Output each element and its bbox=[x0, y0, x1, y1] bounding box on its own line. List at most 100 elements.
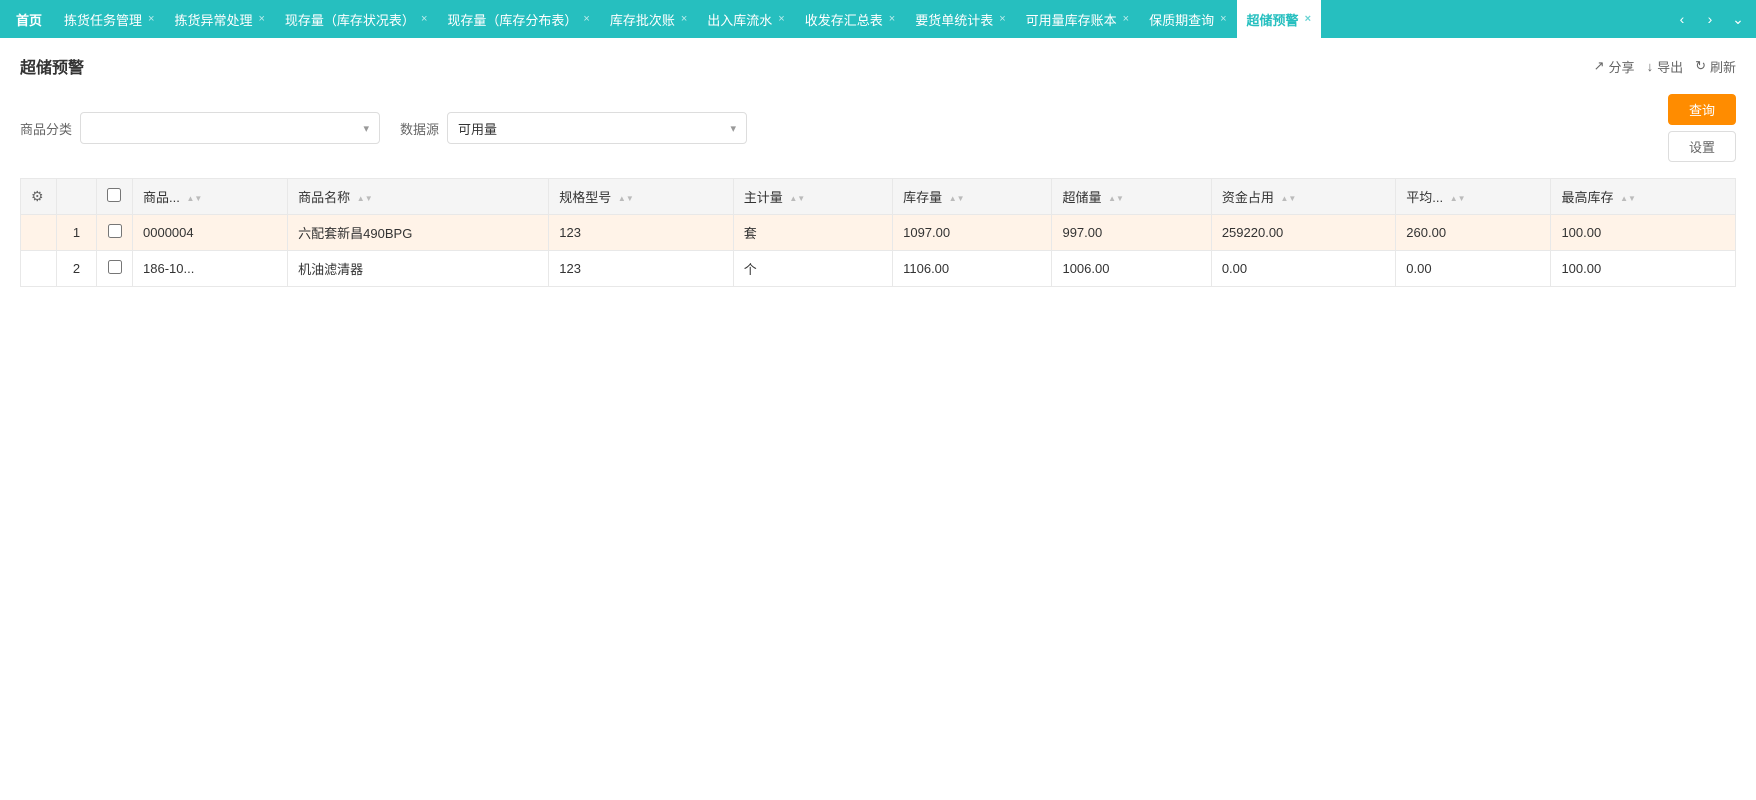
row-product-name: 六配套新昌490BPG bbox=[288, 215, 549, 251]
row-stock: 1106.00 bbox=[893, 251, 1052, 287]
row-checkbox[interactable] bbox=[108, 260, 122, 274]
share-icon: ↗ bbox=[1594, 58, 1605, 74]
th-settings[interactable]: ⚙ bbox=[21, 179, 57, 215]
refresh-button[interactable]: ↻ 刷新 bbox=[1695, 57, 1736, 76]
header-actions: ↗ 分享 ↓ 导出 ↻ 刷新 bbox=[1594, 57, 1736, 76]
nav-tab-3[interactable]: 现存量（库存分布表） × bbox=[437, 0, 599, 38]
nav-close-0[interactable]: × bbox=[148, 13, 154, 25]
chevron-down-icon: ▾ bbox=[363, 122, 369, 135]
sort-icon-capital: ▲▼ bbox=[1280, 195, 1296, 203]
th-unit[interactable]: 主计量 ▲▼ bbox=[733, 179, 892, 215]
page-header: 超储预警 ↗ 分享 ↓ 导出 ↻ 刷新 bbox=[20, 54, 1736, 78]
th-checkbox[interactable] bbox=[97, 179, 133, 215]
row-unit: 个 bbox=[733, 251, 892, 287]
settings-button[interactable]: 设置 bbox=[1668, 131, 1736, 162]
row-index: 2 bbox=[57, 251, 97, 287]
th-max-stock[interactable]: 最高库存 ▲▼ bbox=[1551, 179, 1736, 215]
page-content: 超储预警 ↗ 分享 ↓ 导出 ↻ 刷新 商品分类 ▾ 数据源 bbox=[0, 38, 1756, 800]
nav-arrows: ‹ › ⌄ bbox=[1668, 0, 1752, 38]
nav-tab-5[interactable]: 出入库流水 × bbox=[697, 0, 794, 38]
sort-icon-avg: ▲▼ bbox=[1450, 195, 1466, 203]
sort-icon-overstock: ▲▼ bbox=[1108, 195, 1124, 203]
nav-menu-arrow[interactable]: ⌄ bbox=[1724, 0, 1752, 38]
filter-bar: 商品分类 ▾ 数据源 可用量 ▾ 查询 设置 bbox=[20, 94, 1736, 162]
nav-close-4[interactable]: × bbox=[681, 13, 687, 25]
datasource-label: 数据源 bbox=[400, 119, 439, 138]
th-stock[interactable]: 库存量 ▲▼ bbox=[893, 179, 1052, 215]
row-product-name: 机油滤清器 bbox=[288, 251, 549, 287]
nav-close-7[interactable]: × bbox=[999, 13, 1005, 25]
row-capital: 259220.00 bbox=[1211, 215, 1395, 251]
nav-close-9[interactable]: × bbox=[1220, 13, 1226, 25]
sort-icon-unit: ▲▼ bbox=[789, 195, 805, 203]
th-spec[interactable]: 规格型号 ▲▼ bbox=[549, 179, 733, 215]
category-label: 商品分类 bbox=[20, 119, 72, 138]
nav-close-1[interactable]: × bbox=[258, 13, 264, 25]
action-buttons: 查询 设置 bbox=[1668, 94, 1736, 162]
nav-close-6[interactable]: × bbox=[889, 13, 895, 25]
row-max-stock: 100.00 bbox=[1551, 251, 1736, 287]
share-button[interactable]: ↗ 分享 bbox=[1594, 57, 1635, 76]
category-filter-group: 商品分类 ▾ bbox=[20, 112, 380, 144]
nav-close-2[interactable]: × bbox=[421, 13, 427, 25]
row-spec: 123 bbox=[549, 251, 733, 287]
nav-close-8[interactable]: × bbox=[1123, 13, 1129, 25]
datasource-select[interactable]: 可用量 ▾ bbox=[447, 112, 747, 144]
page-title: 超储预警 bbox=[20, 54, 84, 78]
nav-next-arrow[interactable]: › bbox=[1696, 0, 1724, 38]
nav-tab-6[interactable]: 收发存汇总表 × bbox=[795, 0, 905, 38]
nav-tab-4[interactable]: 库存批次账 × bbox=[600, 0, 697, 38]
th-product-name[interactable]: 商品名称 ▲▼ bbox=[288, 179, 549, 215]
nav-tab-8[interactable]: 可用量库存账本 × bbox=[1016, 0, 1139, 38]
category-select[interactable]: ▾ bbox=[80, 112, 380, 144]
export-icon: ↓ bbox=[1647, 59, 1654, 74]
gear-icon[interactable]: ⚙ bbox=[31, 188, 44, 204]
row-checkbox-cell[interactable] bbox=[97, 215, 133, 251]
table-header-row: ⚙ 商品... ▲▼ 商品名称 ▲▼ 规格型号 ▲▼ bbox=[21, 179, 1736, 215]
sort-icon-product-name: ▲▼ bbox=[357, 195, 373, 203]
th-index bbox=[57, 179, 97, 215]
row-overstock: 997.00 bbox=[1052, 215, 1211, 251]
row-spec: 123 bbox=[549, 215, 733, 251]
row-checkbox[interactable] bbox=[108, 224, 122, 238]
row-checkbox-cell[interactable] bbox=[97, 251, 133, 287]
row-unit: 套 bbox=[733, 215, 892, 251]
sort-icon-stock: ▲▼ bbox=[949, 195, 965, 203]
sort-icon-max-stock: ▲▼ bbox=[1620, 195, 1636, 203]
row-index: 1 bbox=[57, 215, 97, 251]
row-capital: 0.00 bbox=[1211, 251, 1395, 287]
nav-close-10[interactable]: × bbox=[1305, 13, 1311, 25]
select-all-checkbox[interactable] bbox=[107, 188, 121, 202]
nav-close-5[interactable]: × bbox=[778, 13, 784, 25]
th-capital[interactable]: 资金占用 ▲▼ bbox=[1211, 179, 1395, 215]
nav-tab-7[interactable]: 要货单统计表 × bbox=[905, 0, 1015, 38]
nav-close-3[interactable]: × bbox=[583, 13, 589, 25]
sort-icon-spec: ▲▼ bbox=[618, 195, 634, 203]
row-overstock: 1006.00 bbox=[1052, 251, 1211, 287]
export-button[interactable]: ↓ 导出 bbox=[1647, 57, 1684, 76]
nav-tab-2[interactable]: 现存量（库存状况表） × bbox=[275, 0, 437, 38]
nav-tab-1[interactable]: 拣货异常处理 × bbox=[164, 0, 274, 38]
table-row: 1 0000004 六配套新昌490BPG 123 套 1097.00 997.… bbox=[21, 215, 1736, 251]
th-overstock[interactable]: 超储量 ▲▼ bbox=[1052, 179, 1211, 215]
th-avg[interactable]: 平均... ▲▼ bbox=[1396, 179, 1551, 215]
table-row: 2 186-10... 机油滤清器 123 个 1106.00 1006.00 … bbox=[21, 251, 1736, 287]
row-avg: 260.00 bbox=[1396, 215, 1551, 251]
nav-home[interactable]: 首页 bbox=[4, 0, 54, 38]
nav-tab-10[interactable]: 超储预警 × bbox=[1237, 0, 1321, 38]
nav-prev-arrow[interactable]: ‹ bbox=[1668, 0, 1696, 38]
data-table: ⚙ 商品... ▲▼ 商品名称 ▲▼ 规格型号 ▲▼ bbox=[20, 178, 1736, 287]
th-product-code[interactable]: 商品... ▲▼ bbox=[133, 179, 288, 215]
row-settings-cell bbox=[21, 251, 57, 287]
sort-icon-product-code: ▲▼ bbox=[186, 195, 202, 203]
datasource-select-value: 可用量 bbox=[458, 119, 497, 138]
refresh-icon: ↻ bbox=[1695, 58, 1706, 74]
row-product-code: 186-10... bbox=[133, 251, 288, 287]
nav-tab-9[interactable]: 保质期查询 × bbox=[1139, 0, 1236, 38]
row-avg: 0.00 bbox=[1396, 251, 1551, 287]
datasource-filter-group: 数据源 可用量 ▾ bbox=[400, 112, 747, 144]
top-nav: 首页 拣货任务管理 × 拣货异常处理 × 现存量（库存状况表） × 现存量（库存… bbox=[0, 0, 1756, 38]
query-button[interactable]: 查询 bbox=[1668, 94, 1736, 125]
nav-tab-0[interactable]: 拣货任务管理 × bbox=[54, 0, 164, 38]
datasource-chevron-icon: ▾ bbox=[731, 122, 737, 135]
